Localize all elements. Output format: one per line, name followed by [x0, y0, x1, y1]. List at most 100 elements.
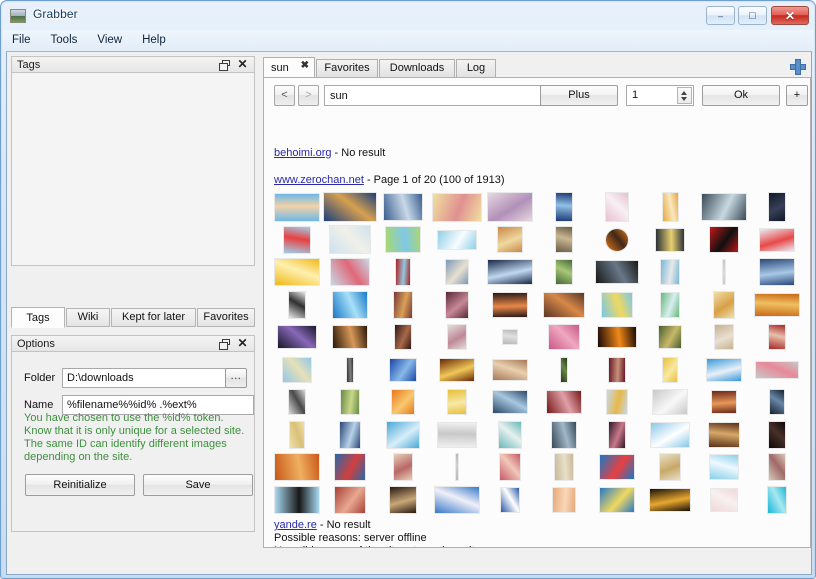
tab-tags[interactable]: Tags — [11, 307, 65, 328]
thumbnail-cell[interactable] — [377, 289, 430, 322]
thumbnail-cell[interactable] — [377, 256, 430, 289]
thumbnail-image[interactable] — [501, 487, 520, 512]
thumbnail-image[interactable] — [282, 357, 311, 382]
thumbnail-image[interactable] — [555, 227, 572, 253]
thumbnail-image[interactable] — [274, 454, 319, 481]
thumbnail-cell[interactable] — [644, 386, 697, 419]
maximize-button[interactable]: □ — [738, 6, 767, 25]
thumbnail-image[interactable] — [493, 292, 528, 317]
thumbnail-cell[interactable] — [697, 451, 750, 484]
menu-item-view[interactable]: View — [87, 30, 132, 49]
tags-list[interactable] — [11, 73, 255, 266]
thumbnail-cell[interactable] — [751, 256, 804, 289]
thumbnail-image[interactable] — [331, 259, 370, 286]
thumbnail-cell[interactable] — [590, 289, 643, 322]
thumbnail-image[interactable] — [493, 359, 528, 380]
thumbnail-image[interactable] — [661, 292, 680, 317]
browse-folder-button[interactable]: ... — [225, 368, 247, 388]
thumbnail-image[interactable] — [335, 454, 366, 481]
thumbnail-cell[interactable] — [323, 224, 376, 257]
thumbnail-cell[interactable] — [590, 321, 643, 354]
thumbnail-image[interactable] — [769, 421, 786, 448]
thumbnail-cell[interactable] — [537, 224, 590, 257]
thumbnail-image[interactable] — [596, 261, 639, 284]
thumbnail-cell[interactable] — [430, 321, 483, 354]
history-next-button[interactable]: > — [298, 85, 319, 106]
thumbnail-image[interactable] — [609, 357, 626, 382]
thumbnail-image[interactable] — [386, 227, 421, 253]
thumbnail-cell[interactable] — [430, 484, 483, 517]
thumbnail-cell[interactable] — [270, 419, 323, 452]
thumbnail-cell[interactable] — [377, 386, 430, 419]
thumbnail-cell[interactable] — [697, 191, 750, 224]
thumbnail-image[interactable] — [445, 260, 468, 285]
thumbnail-cell[interactable] — [484, 256, 537, 289]
thumbnail-cell[interactable] — [270, 354, 323, 387]
thumbnail-cell[interactable] — [590, 419, 643, 452]
add-source-button[interactable]: + — [786, 85, 808, 106]
thumbnail-cell[interactable] — [697, 386, 750, 419]
thumbnail-cell[interactable] — [270, 386, 323, 419]
thumbnail-image[interactable] — [288, 291, 305, 318]
chevron-up-icon[interactable] — [681, 91, 687, 95]
thumbnail-cell[interactable] — [644, 289, 697, 322]
thumbnail-image[interactable] — [395, 325, 412, 350]
menu-item-help[interactable]: Help — [132, 30, 176, 49]
thumbnail-cell[interactable] — [484, 419, 537, 452]
thumbnail-image[interactable] — [709, 227, 738, 253]
thumbnail-cell[interactable] — [751, 321, 804, 354]
close-icon[interactable]: ✕ — [236, 58, 249, 71]
thumbnail-cell[interactable] — [751, 224, 804, 257]
thumbnail-image[interactable] — [609, 421, 626, 448]
thumbnail-cell[interactable] — [270, 451, 323, 484]
minimize-button[interactable]: – — [706, 6, 735, 25]
thumbnail-image[interactable] — [653, 390, 688, 415]
history-prev-button[interactable]: < — [274, 85, 295, 106]
thumbnail-image[interactable] — [340, 421, 361, 448]
thumbnail-cell[interactable] — [751, 289, 804, 322]
thumbnail-image[interactable] — [447, 390, 466, 415]
thumbnail-image[interactable] — [656, 228, 685, 251]
thumbnail-image[interactable] — [756, 361, 799, 378]
thumbnail-image[interactable] — [274, 259, 319, 286]
thumbnail-cell[interactable] — [751, 419, 804, 452]
thumbnail-cell[interactable] — [484, 224, 537, 257]
menu-item-tools[interactable]: Tools — [41, 30, 88, 49]
thumbnail-cell[interactable] — [697, 289, 750, 322]
thumbnail-cell[interactable] — [484, 484, 537, 517]
thumbnail-image[interactable] — [600, 455, 635, 480]
thumbnail-cell[interactable] — [590, 484, 643, 517]
thumbnail-cell[interactable] — [323, 191, 377, 224]
thumbnail-cell[interactable] — [377, 354, 430, 387]
thumbnail-cell[interactable] — [537, 419, 590, 452]
thumbnail-image[interactable] — [769, 454, 786, 481]
thumbnail-image[interactable] — [606, 228, 629, 251]
thumbnail-image[interactable] — [488, 260, 533, 285]
thumbnail-cell[interactable] — [751, 484, 804, 517]
thumbnail-image[interactable] — [709, 455, 738, 480]
thumbnail-cell[interactable] — [644, 484, 697, 517]
page-number-stepper[interactable]: 1 — [626, 85, 694, 106]
thumbnail-image[interactable] — [706, 358, 741, 381]
thumbnail-image[interactable] — [437, 230, 476, 249]
thumbnail-image[interactable] — [500, 454, 521, 481]
tab-favorites[interactable]: Favorites — [197, 308, 255, 327]
tab-downloads[interactable]: Downloads — [379, 59, 455, 78]
thumbnail-cell[interactable] — [323, 256, 376, 289]
thumbnail-cell[interactable] — [484, 321, 537, 354]
thumbnail-cell[interactable] — [377, 321, 430, 354]
thumbnail-image[interactable] — [552, 487, 575, 512]
thumbnail-image[interactable] — [768, 486, 787, 513]
thumbnail-cell[interactable] — [537, 289, 590, 322]
thumbnail-image[interactable] — [503, 330, 518, 345]
thumbnail-image[interactable] — [551, 421, 576, 448]
thumbnail-cell[interactable] — [430, 386, 483, 419]
thumbnail-cell[interactable] — [644, 224, 697, 257]
thumbnail-cell[interactable] — [270, 484, 323, 517]
thumbnail-image[interactable] — [341, 390, 360, 415]
thumbnail-cell[interactable] — [270, 224, 323, 257]
tab-kept-for-later[interactable]: Kept for later — [111, 308, 196, 327]
thumbnail-cell[interactable] — [484, 354, 537, 387]
thumbnail-image[interactable] — [455, 454, 458, 481]
thumbnail-cell[interactable] — [430, 419, 483, 452]
